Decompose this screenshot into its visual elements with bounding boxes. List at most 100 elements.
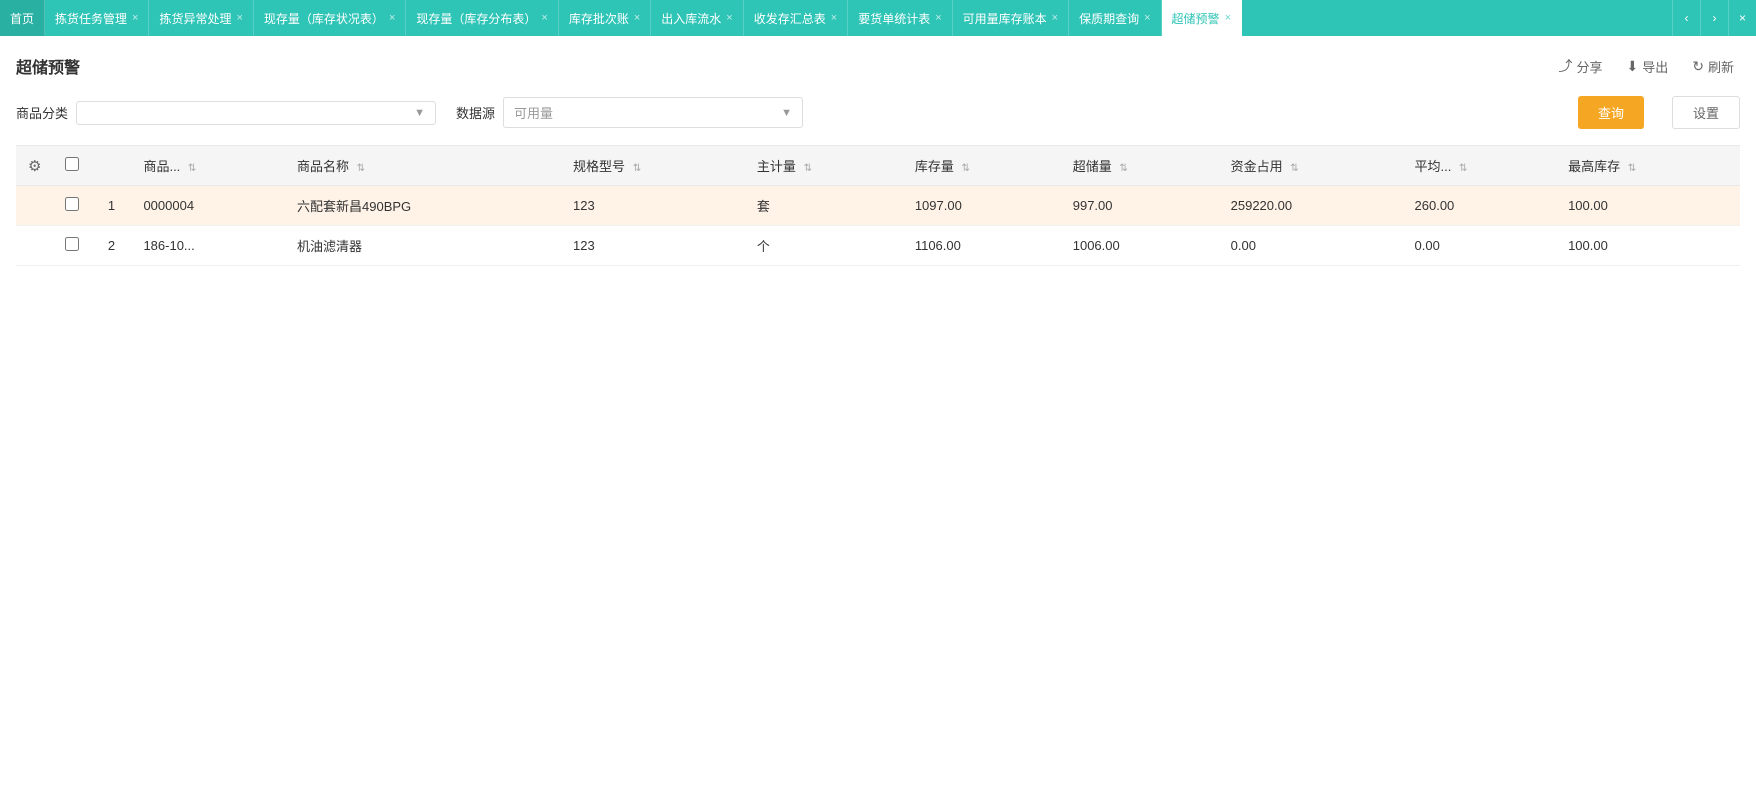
th-product-name[interactable]: 商品名称 ⇅ — [285, 146, 561, 186]
nav-arrow-close[interactable]: × — [1728, 0, 1756, 36]
td-row-settings-0 — [16, 186, 53, 226]
th-row-num — [91, 146, 131, 186]
td-over-qty-0: 997.00 — [1061, 186, 1219, 226]
nav-item-overstock[interactable]: 超储预警 × — [1162, 0, 1242, 36]
nav-item-summary[interactable]: 收发存汇总表 × — [744, 0, 848, 36]
share-icon: ⤴ — [1558, 56, 1572, 76]
nav-label-expiry: 保质期查询 — [1079, 10, 1139, 27]
nav-close-order-stats[interactable]: × — [935, 12, 941, 24]
th-max-stock-label: 最高库存 — [1568, 159, 1620, 174]
nav-arrows: ‹ › × — [1672, 0, 1756, 36]
sort-capital-icon: ⇅ — [1290, 163, 1298, 174]
td-max-stock-1: 100.00 — [1556, 226, 1740, 266]
export-button[interactable]: ⬇ 导出 — [1621, 53, 1675, 80]
th-spec[interactable]: 规格型号 ⇅ — [561, 146, 745, 186]
nav-label-batch-account: 库存批次账 — [569, 10, 629, 27]
td-capital-1: 0.00 — [1219, 226, 1403, 266]
nav-arrow-left[interactable]: ‹ — [1672, 0, 1700, 36]
nav-item-inventory-status[interactable]: 现存量（库存状况表） × — [254, 0, 406, 36]
nav-close-flow[interactable]: × — [726, 12, 732, 24]
nav-label-flow: 出入库流水 — [661, 10, 721, 27]
sort-over-qty-icon: ⇅ — [1119, 163, 1127, 174]
nav-item-inventory-dist[interactable]: 现存量（库存分布表） × — [406, 0, 558, 36]
td-spec-1: 123 — [561, 226, 745, 266]
th-over-qty[interactable]: 超储量 ⇅ — [1061, 146, 1219, 186]
export-label: 导出 — [1642, 57, 1668, 76]
datasource-select[interactable]: 可用量 ▼ — [503, 97, 803, 128]
share-button[interactable]: ⤴ 分享 — [1552, 52, 1608, 80]
page-container: 超储预警 ⤴ 分享 ⬇ 导出 ↻ 刷新 商品分类 ▼ 数据源 — [0, 36, 1756, 800]
nav-close-pick-exception[interactable]: × — [236, 12, 242, 24]
th-unit[interactable]: 主计量 ⇅ — [745, 146, 903, 186]
th-product-name-label: 商品名称 — [297, 159, 349, 174]
td-check-1 — [53, 226, 91, 266]
nav-close-inventory-dist[interactable]: × — [541, 12, 547, 24]
th-max-stock[interactable]: 最高库存 ⇅ — [1556, 146, 1740, 186]
td-product-name-1: 机油滤清器 — [285, 226, 561, 266]
th-stock-qty[interactable]: 库存量 ⇅ — [903, 146, 1061, 186]
nav-close-expiry[interactable]: × — [1144, 12, 1150, 24]
category-filter: 商品分类 ▼ — [16, 101, 436, 125]
td-product-code-0: 0000004 — [131, 186, 285, 226]
category-chevron-icon: ▼ — [414, 107, 425, 119]
settings-button[interactable]: 设置 — [1672, 96, 1740, 129]
td-row-settings-1 — [16, 226, 53, 266]
th-product-code[interactable]: 商品... ⇅ — [131, 146, 285, 186]
nav-close-summary[interactable]: × — [831, 12, 837, 24]
category-select[interactable]: ▼ — [76, 101, 436, 125]
td-row-num-0: 1 — [91, 186, 131, 226]
nav-label-inventory-status: 现存量（库存状况表） — [264, 10, 384, 27]
th-capital[interactable]: 资金占用 ⇅ — [1219, 146, 1403, 186]
sort-max-stock-icon: ⇅ — [1628, 163, 1636, 174]
td-check-0 — [53, 186, 91, 226]
td-max-stock-0: 100.00 — [1556, 186, 1740, 226]
export-icon: ⬇ — [1627, 58, 1639, 75]
th-product-code-label: 商品... — [143, 159, 180, 174]
td-stock-qty-0: 1097.00 — [903, 186, 1061, 226]
refresh-label: 刷新 — [1708, 57, 1734, 76]
td-capital-0: 259220.00 — [1219, 186, 1403, 226]
nav-item-expiry[interactable]: 保质期查询 × — [1069, 0, 1161, 36]
th-spec-label: 规格型号 — [573, 159, 625, 174]
nav-item-home[interactable]: 首页 — [0, 0, 45, 36]
sort-spec-icon: ⇅ — [633, 163, 641, 174]
td-spec-0: 123 — [561, 186, 745, 226]
share-label: 分享 — [1576, 57, 1602, 76]
table-body: 1 0000004 六配套新昌490BPG 123 套 1097.00 997.… — [16, 186, 1740, 266]
td-row-num-1: 2 — [91, 226, 131, 266]
nav-close-batch-account[interactable]: × — [634, 12, 640, 24]
row-checkbox-0[interactable] — [65, 197, 79, 211]
top-nav: 首页 拣货任务管理 × 拣货异常处理 × 现存量（库存状况表） × 现存量（库存… — [0, 0, 1756, 36]
sort-product-name-icon: ⇅ — [357, 163, 365, 174]
td-over-qty-1: 1006.00 — [1061, 226, 1219, 266]
column-settings-icon[interactable]: ⚙ — [28, 158, 41, 175]
nav-close-available-book[interactable]: × — [1052, 12, 1058, 24]
nav-item-pick-task[interactable]: 拣货任务管理 × — [45, 0, 149, 36]
nav-close-inventory-status[interactable]: × — [389, 12, 395, 24]
th-unit-label: 主计量 — [757, 159, 796, 174]
nav-label-available-book: 可用量库存账本 — [963, 10, 1047, 27]
nav-label-pick-task: 拣货任务管理 — [55, 10, 127, 27]
sort-unit-icon: ⇅ — [804, 163, 812, 174]
th-avg[interactable]: 平均... ⇅ — [1403, 146, 1557, 186]
table-row: 1 0000004 六配套新昌490BPG 123 套 1097.00 997.… — [16, 186, 1740, 226]
query-button[interactable]: 查询 — [1578, 96, 1644, 129]
sort-avg-icon: ⇅ — [1459, 163, 1467, 174]
nav-close-overstock[interactable]: × — [1225, 12, 1231, 24]
page-title: 超储预警 — [16, 54, 80, 78]
nav-label-inventory-dist: 现存量（库存分布表） — [416, 10, 536, 27]
row-checkbox-1[interactable] — [65, 237, 79, 251]
nav-item-batch-account[interactable]: 库存批次账 × — [559, 0, 651, 36]
nav-item-order-stats[interactable]: 要货单统计表 × — [848, 0, 952, 36]
datasource-chevron-icon: ▼ — [781, 107, 792, 119]
nav-close-pick-task[interactable]: × — [132, 12, 138, 24]
nav-item-flow[interactable]: 出入库流水 × — [651, 0, 743, 36]
refresh-button[interactable]: ↻ 刷新 — [1686, 53, 1740, 80]
select-all-checkbox[interactable] — [65, 157, 79, 171]
table-row: 2 186-10... 机油滤清器 123 个 1106.00 1006.00 … — [16, 226, 1740, 266]
nav-item-pick-exception[interactable]: 拣货异常处理 × — [149, 0, 253, 36]
nav-item-available-book[interactable]: 可用量库存账本 × — [953, 0, 1069, 36]
th-settings: ⚙ — [16, 146, 53, 186]
nav-label-summary: 收发存汇总表 — [754, 10, 826, 27]
nav-arrow-right[interactable]: › — [1700, 0, 1728, 36]
